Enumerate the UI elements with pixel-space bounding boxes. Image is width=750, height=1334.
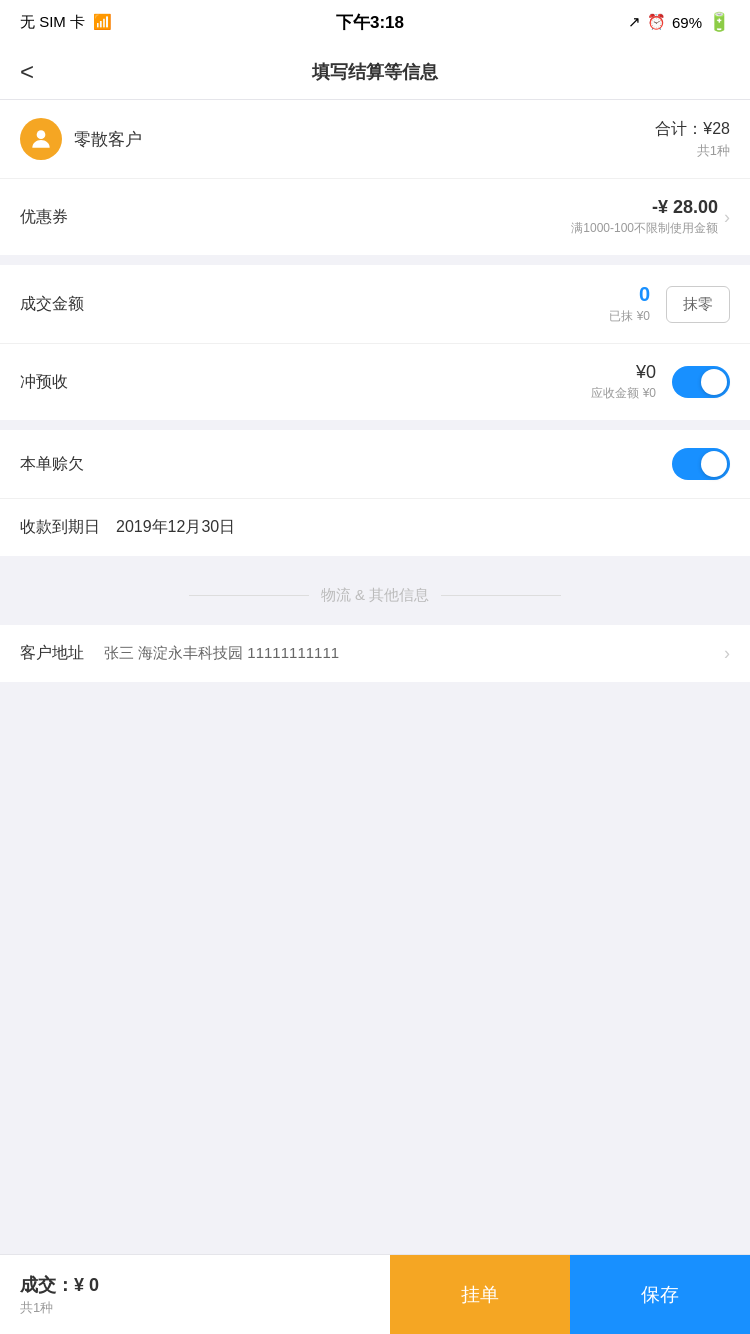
credit-toggle-knob bbox=[701, 451, 727, 477]
coupon-row[interactable]: 优惠券 -¥ 28.00 满1000-100不限制使用金额 › bbox=[0, 178, 750, 255]
total-amount: 合计：¥28 bbox=[655, 119, 730, 140]
deal-label: 成交金额 bbox=[20, 294, 84, 315]
coupon-right: -¥ 28.00 满1000-100不限制使用金额 › bbox=[571, 197, 730, 237]
address-value: 张三 海淀永丰科技园 11111111111 bbox=[104, 644, 339, 663]
divider-line-left bbox=[189, 595, 309, 596]
bottom-count: 共1种 bbox=[20, 1299, 370, 1317]
advance-sub: 应收金额 ¥0 bbox=[591, 385, 656, 402]
location-icon: ↗ bbox=[628, 13, 641, 31]
address-section: 客户地址 张三 海淀永丰科技园 11111111111 › bbox=[0, 625, 750, 682]
round-zero-button[interactable]: 抹零 bbox=[666, 286, 730, 323]
status-left: 无 SIM 卡 📶 bbox=[20, 13, 112, 32]
coupon-desc: 满1000-100不限制使用金额 bbox=[571, 220, 718, 237]
credit-row: 本单赊欠 bbox=[0, 430, 750, 499]
bottom-bar: 成交：¥ 0 共1种 挂单 保存 bbox=[0, 1254, 750, 1334]
svg-point-0 bbox=[37, 130, 46, 139]
total-count: 共1种 bbox=[655, 142, 730, 160]
due-label: 收款到期日 bbox=[20, 517, 100, 538]
logistics-divider: 物流 & 其他信息 bbox=[0, 566, 750, 625]
logistics-line: 物流 & 其他信息 bbox=[0, 586, 750, 605]
bottom-deal-value: ¥ 0 bbox=[74, 1275, 99, 1295]
avatar bbox=[20, 118, 62, 160]
customer-row: 零散客户 合计：¥28 共1种 bbox=[0, 100, 750, 178]
advance-right: ¥0 应收金额 ¥0 bbox=[591, 362, 730, 402]
credit-label: 本单赊欠 bbox=[20, 454, 84, 475]
address-row[interactable]: 客户地址 张三 海淀永丰科技园 11111111111 › bbox=[0, 625, 750, 682]
user-icon bbox=[28, 126, 54, 152]
coupon-value-wrap: -¥ 28.00 满1000-100不限制使用金额 bbox=[571, 197, 718, 237]
hang-button[interactable]: 挂单 bbox=[390, 1255, 570, 1335]
nav-bar: < 填写结算等信息 bbox=[0, 44, 750, 100]
status-time: 下午3:18 bbox=[336, 11, 404, 34]
mid-section: 成交金额 0 已抹 ¥0 抹零 冲预收 ¥0 应收金额 ¥0 bbox=[0, 265, 750, 420]
deal-value: 0 bbox=[609, 283, 650, 306]
customer-left: 零散客户 bbox=[20, 118, 142, 160]
advance-row: 冲预收 ¥0 应收金额 ¥0 bbox=[0, 344, 750, 420]
due-row: 收款到期日 2019年12月30日 bbox=[0, 499, 750, 556]
coupon-label: 优惠券 bbox=[20, 207, 68, 228]
toggle-knob bbox=[701, 369, 727, 395]
customer-name: 零散客户 bbox=[74, 128, 142, 151]
bottom-info: 成交：¥ 0 共1种 bbox=[0, 1273, 390, 1317]
bottom-deal-text: 成交： bbox=[20, 1275, 74, 1295]
carrier-text: 无 SIM 卡 bbox=[20, 13, 85, 32]
alarm-icon: ⏰ bbox=[647, 13, 666, 31]
divider-line-right bbox=[441, 595, 561, 596]
address-chevron-icon: › bbox=[724, 643, 730, 664]
coupon-chevron-icon: › bbox=[724, 207, 730, 228]
deal-sub: 已抹 ¥0 bbox=[609, 308, 650, 325]
save-button[interactable]: 保存 bbox=[570, 1255, 750, 1335]
back-button[interactable]: < bbox=[20, 58, 34, 86]
customer-section: 零散客户 合计：¥28 共1种 优惠券 -¥ 28.00 满1000-100不限… bbox=[0, 100, 750, 255]
wifi-icon: 📶 bbox=[93, 13, 112, 31]
customer-right: 合计：¥28 共1种 bbox=[655, 119, 730, 160]
due-date: 2019年12月30日 bbox=[116, 517, 235, 538]
credit-section: 本单赊欠 收款到期日 2019年12月30日 bbox=[0, 430, 750, 556]
content: 零散客户 合计：¥28 共1种 优惠券 -¥ 28.00 满1000-100不限… bbox=[0, 100, 750, 792]
status-bar: 无 SIM 卡 📶 下午3:18 ↗ ⏰ 69% 🔋 bbox=[0, 0, 750, 44]
advance-value: ¥0 bbox=[591, 362, 656, 383]
deal-right: 0 已抹 ¥0 抹零 bbox=[609, 283, 730, 325]
credit-toggle[interactable] bbox=[672, 448, 730, 480]
page-title: 填写结算等信息 bbox=[312, 60, 438, 84]
advance-value-wrap: ¥0 应收金额 ¥0 bbox=[591, 362, 656, 402]
advance-toggle[interactable] bbox=[672, 366, 730, 398]
address-left: 客户地址 张三 海淀永丰科技园 11111111111 bbox=[20, 643, 724, 664]
address-label: 客户地址 bbox=[20, 643, 84, 664]
battery-icon: 🔋 bbox=[708, 11, 730, 33]
advance-label: 冲预收 bbox=[20, 372, 68, 393]
logistics-label: 物流 & 其他信息 bbox=[321, 586, 429, 605]
coupon-discount: -¥ 28.00 bbox=[571, 197, 718, 218]
deal-value-wrap: 0 已抹 ¥0 bbox=[609, 283, 650, 325]
status-right: ↗ ⏰ 69% 🔋 bbox=[628, 11, 730, 33]
deal-row: 成交金额 0 已抹 ¥0 抹零 bbox=[0, 265, 750, 344]
battery-text: 69% bbox=[672, 14, 702, 31]
bottom-deal-label: 成交：¥ 0 bbox=[20, 1273, 370, 1297]
